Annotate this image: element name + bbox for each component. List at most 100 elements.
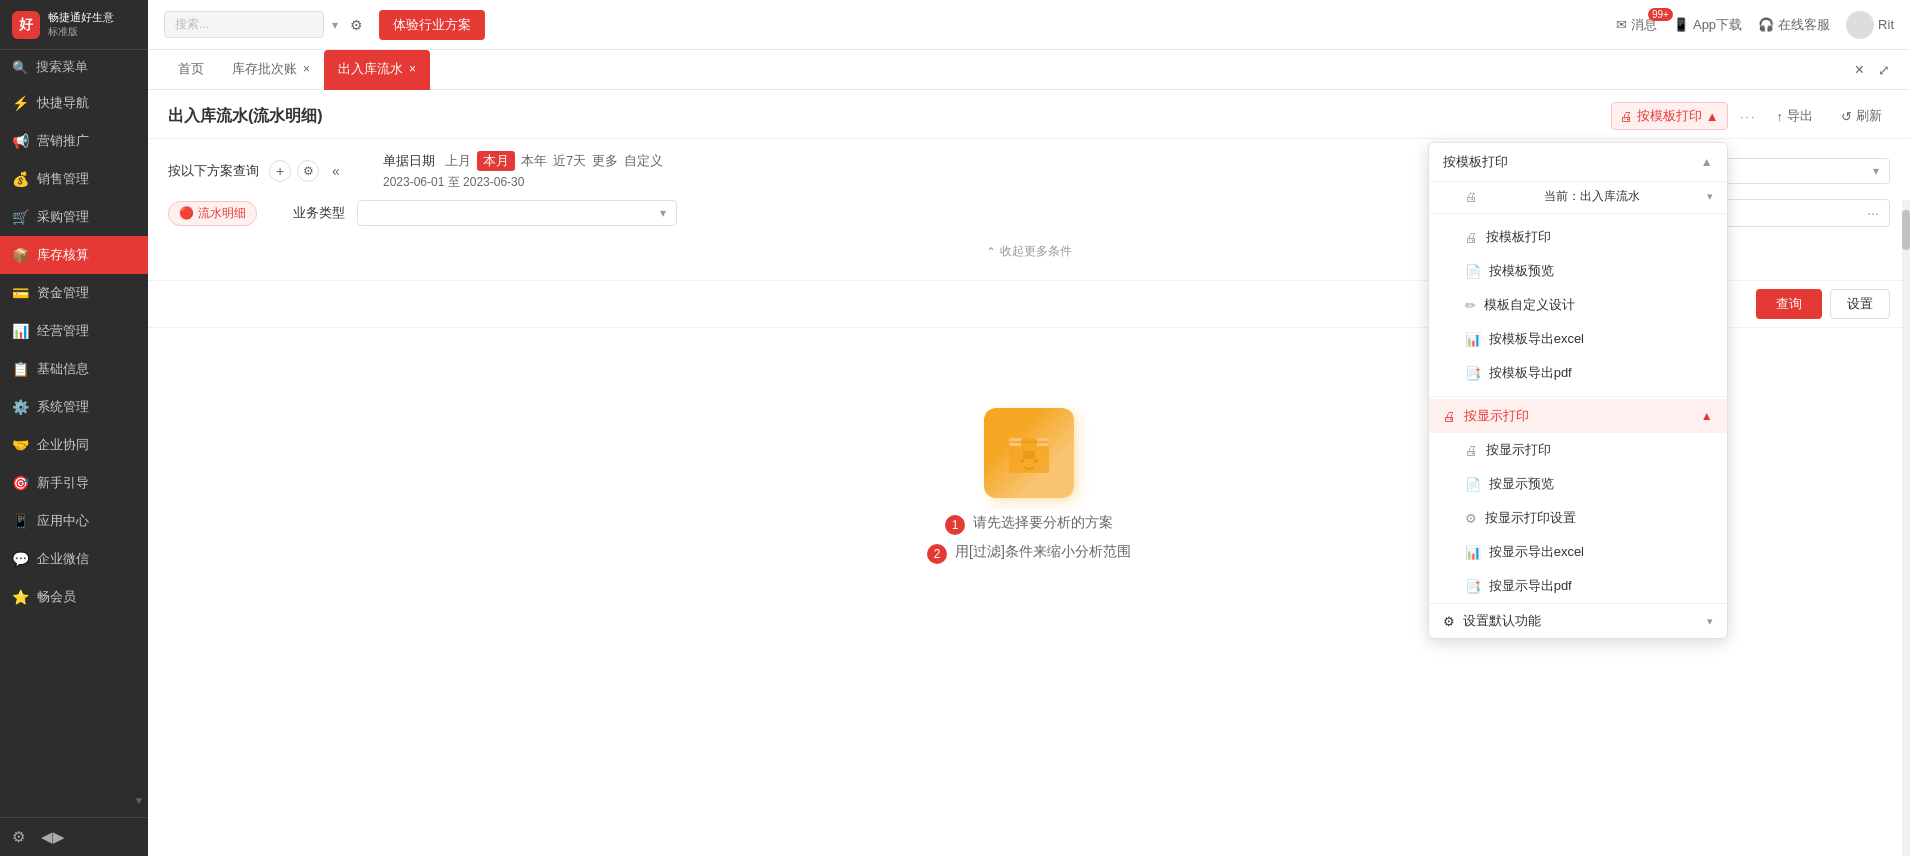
message-badge: 99+ bbox=[1648, 8, 1673, 21]
template-export-pdf-item[interactable]: 📑 按模板导出pdf bbox=[1429, 356, 1727, 390]
enterprise-icon: 🤝 bbox=[12, 437, 29, 453]
logo-name: 畅捷通好生意 bbox=[48, 10, 114, 24]
template-preview-item[interactable]: 📄 按模板预览 bbox=[1429, 254, 1727, 288]
tab-flow[interactable]: 出入库流水 × bbox=[324, 50, 430, 90]
expand-window-btn[interactable]: ⤢ bbox=[1874, 62, 1894, 78]
tab-home[interactable]: 首页 bbox=[164, 50, 218, 90]
online-service-btn[interactable]: 🎧 在线客服 bbox=[1758, 16, 1830, 34]
topbar-search-box[interactable]: 搜索... bbox=[164, 11, 324, 38]
export-label: 导出 bbox=[1787, 107, 1813, 125]
template-print-item[interactable]: 🖨 按模板打印 bbox=[1429, 220, 1727, 254]
tab-batch-account-close[interactable]: × bbox=[303, 62, 310, 76]
bill-type-arrow: ▾ bbox=[1873, 164, 1879, 178]
topbar-gear-icon[interactable]: ⚙ bbox=[350, 17, 363, 33]
template-export-pdf-label: 按模板导出pdf bbox=[1489, 364, 1572, 382]
empty-step-2: 2 用[过滤]条件来缩小分析范围 bbox=[927, 543, 1131, 564]
date-tab-more[interactable]: 更多 bbox=[592, 152, 618, 170]
display-print-section-header[interactable]: 🖨 按显示打印 ▲ bbox=[1429, 399, 1727, 433]
tab-flow-close[interactable]: × bbox=[409, 62, 416, 76]
filter-tag-item[interactable]: 🔴 流水明细 bbox=[168, 201, 257, 226]
app-icon: 📱 bbox=[1673, 17, 1689, 32]
svg-rect-4 bbox=[1023, 451, 1035, 459]
sidebar-settings-icon[interactable]: ⚙ bbox=[12, 828, 25, 846]
username: Rit bbox=[1878, 17, 1894, 32]
tab-home-label: 首页 bbox=[178, 60, 204, 78]
display-export-pdf-icon: 📑 bbox=[1465, 579, 1481, 594]
display-print-icon: 🖨 bbox=[1443, 409, 1456, 424]
display-print-settings-item[interactable]: ⚙ 按显示打印设置 bbox=[1429, 501, 1727, 535]
sidebar-item-apps[interactable]: 📱 应用中心 bbox=[0, 502, 148, 540]
user-avatar-area[interactable]: Rit bbox=[1846, 11, 1894, 39]
settings-btn[interactable]: 设置 bbox=[1830, 289, 1890, 319]
display-export-pdf-item[interactable]: 📑 按显示导出pdf bbox=[1429, 569, 1727, 603]
print-template-btn[interactable]: 🖨 按模板打印 ▲ bbox=[1611, 102, 1728, 130]
topbar-search-text: 搜索... bbox=[175, 17, 209, 31]
display-section-chevron: ▲ bbox=[1701, 409, 1713, 423]
template-customize-item[interactable]: ✏ 模板自定义设计 bbox=[1429, 288, 1727, 322]
biz-type-group: 业务类型 ▾ bbox=[293, 200, 677, 226]
sidebar-item-operations[interactable]: 📊 经营管理 bbox=[0, 312, 148, 350]
display-export-excel-item[interactable]: 📊 按显示导出excel bbox=[1429, 535, 1727, 569]
sidebar-item-enterprise[interactable]: 🤝 企业协同 bbox=[0, 426, 148, 464]
sidebar-item-inventory[interactable]: 📦 库存核算 bbox=[0, 236, 148, 274]
sidebar-item-member[interactable]: ⭐ 畅会员 bbox=[0, 578, 148, 616]
refresh-btn[interactable]: ↺ 刷新 bbox=[1833, 103, 1890, 129]
topbar-left: 搜索... ▾ ⚙ 体验行业方案 bbox=[164, 10, 1616, 40]
sidebar-search[interactable]: 🔍 搜索菜单 bbox=[0, 50, 148, 84]
sidebar: 好 畅捷通好生意 标准版 🔍 搜索菜单 ⚡ 快捷导航 📢 营销推广 💰 销售管理… bbox=[0, 0, 148, 856]
logo-icon: 好 bbox=[12, 11, 40, 39]
divider1 bbox=[1429, 213, 1727, 214]
set-default-item[interactable]: ⚙ 设置默认功能 ▾ bbox=[1429, 603, 1727, 638]
warehouse-more-icon[interactable]: ··· bbox=[1867, 205, 1879, 221]
filter-add-btn[interactable]: + bbox=[269, 160, 291, 182]
template-print-section: 🖨 按模板打印 📄 按模板预览 ✏ 模板自定义设计 bbox=[1429, 216, 1727, 394]
biz-type-select[interactable]: ▾ bbox=[357, 200, 677, 226]
query-btn[interactable]: 查询 bbox=[1756, 289, 1822, 319]
date-tab-last-month[interactable]: 上月 bbox=[445, 152, 471, 170]
sidebar-item-finance[interactable]: 💳 资金管理 bbox=[0, 274, 148, 312]
right-scrollbar[interactable] bbox=[1902, 200, 1910, 856]
purchase-icon: 🛒 bbox=[12, 209, 29, 225]
filter-collapse-arrow[interactable]: « bbox=[325, 160, 347, 182]
avatar bbox=[1846, 11, 1874, 39]
topbar-dropdown-arrow[interactable]: ▾ bbox=[332, 18, 338, 32]
display-preview-label: 按显示预览 bbox=[1489, 475, 1554, 493]
more-options-dots[interactable]: ··· bbox=[1740, 109, 1757, 124]
print-dropdown-chevron[interactable]: ▲ bbox=[1701, 155, 1713, 169]
empty-state-icon bbox=[984, 408, 1074, 498]
sidebar-item-sales[interactable]: 💰 销售管理 bbox=[0, 160, 148, 198]
date-tab-this-year[interactable]: 本年 bbox=[521, 152, 547, 170]
template-export-pdf-icon: 📑 bbox=[1465, 366, 1481, 381]
filter-settings-btn[interactable]: ⚙ bbox=[297, 160, 319, 182]
sidebar-item-system[interactable]: ⚙️ 系统管理 bbox=[0, 388, 148, 426]
sidebar-item-quick-nav-label: 快捷导航 bbox=[37, 94, 89, 112]
template-export-excel-item[interactable]: 📊 按模板导出excel bbox=[1429, 322, 1727, 356]
export-btn[interactable]: ↑ 导出 bbox=[1769, 103, 1822, 129]
sidebar-item-basic[interactable]: 📋 基础信息 bbox=[0, 350, 148, 388]
date-tab-custom[interactable]: 自定义 bbox=[624, 152, 663, 170]
sidebar-item-guide-label: 新手引导 bbox=[37, 474, 89, 492]
print-dropdown-title: 按模板打印 bbox=[1443, 153, 1508, 171]
message-btn[interactable]: ✉ 消息 99+ bbox=[1616, 16, 1657, 34]
date-tab-this-month[interactable]: 本月 bbox=[477, 151, 515, 171]
sidebar-item-guide[interactable]: 🎯 新手引导 bbox=[0, 464, 148, 502]
template-customize-icon: ✏ bbox=[1465, 298, 1476, 313]
close-window-btn[interactable]: × bbox=[1851, 61, 1868, 79]
system-icon: ⚙️ bbox=[12, 399, 29, 415]
date-tab-7days[interactable]: 近7天 bbox=[553, 152, 586, 170]
step-2-num: 2 bbox=[927, 544, 947, 564]
sidebar-item-purchase[interactable]: 🛒 采购管理 bbox=[0, 198, 148, 236]
sidebar-item-wechat[interactable]: 💬 企业微信 bbox=[0, 540, 148, 578]
sidebar-item-marketing[interactable]: 📢 营销推广 bbox=[0, 122, 148, 160]
app-download-btn[interactable]: 📱 App下载 bbox=[1673, 16, 1742, 34]
main-content: 搜索... ▾ ⚙ 体验行业方案 ✉ 消息 99+ 📱 App下载 🎧 在线客服 bbox=[148, 0, 1910, 856]
sidebar-menu-icon[interactable]: ◀▶ bbox=[41, 828, 65, 846]
industry-btn[interactable]: 体验行业方案 bbox=[379, 10, 485, 40]
wechat-icon: 💬 bbox=[12, 551, 29, 567]
tab-batch-account[interactable]: 库存批次账 × bbox=[218, 50, 324, 90]
display-print-item[interactable]: 🖨 按显示打印 bbox=[1429, 433, 1727, 467]
date-range: 2023-06-01 至 2023-06-30 bbox=[383, 174, 663, 191]
sidebar-item-quick-nav[interactable]: ⚡ 快捷导航 bbox=[0, 84, 148, 122]
display-preview-item[interactable]: 📄 按显示预览 bbox=[1429, 467, 1727, 501]
sidebar-item-purchase-label: 采购管理 bbox=[37, 208, 89, 226]
